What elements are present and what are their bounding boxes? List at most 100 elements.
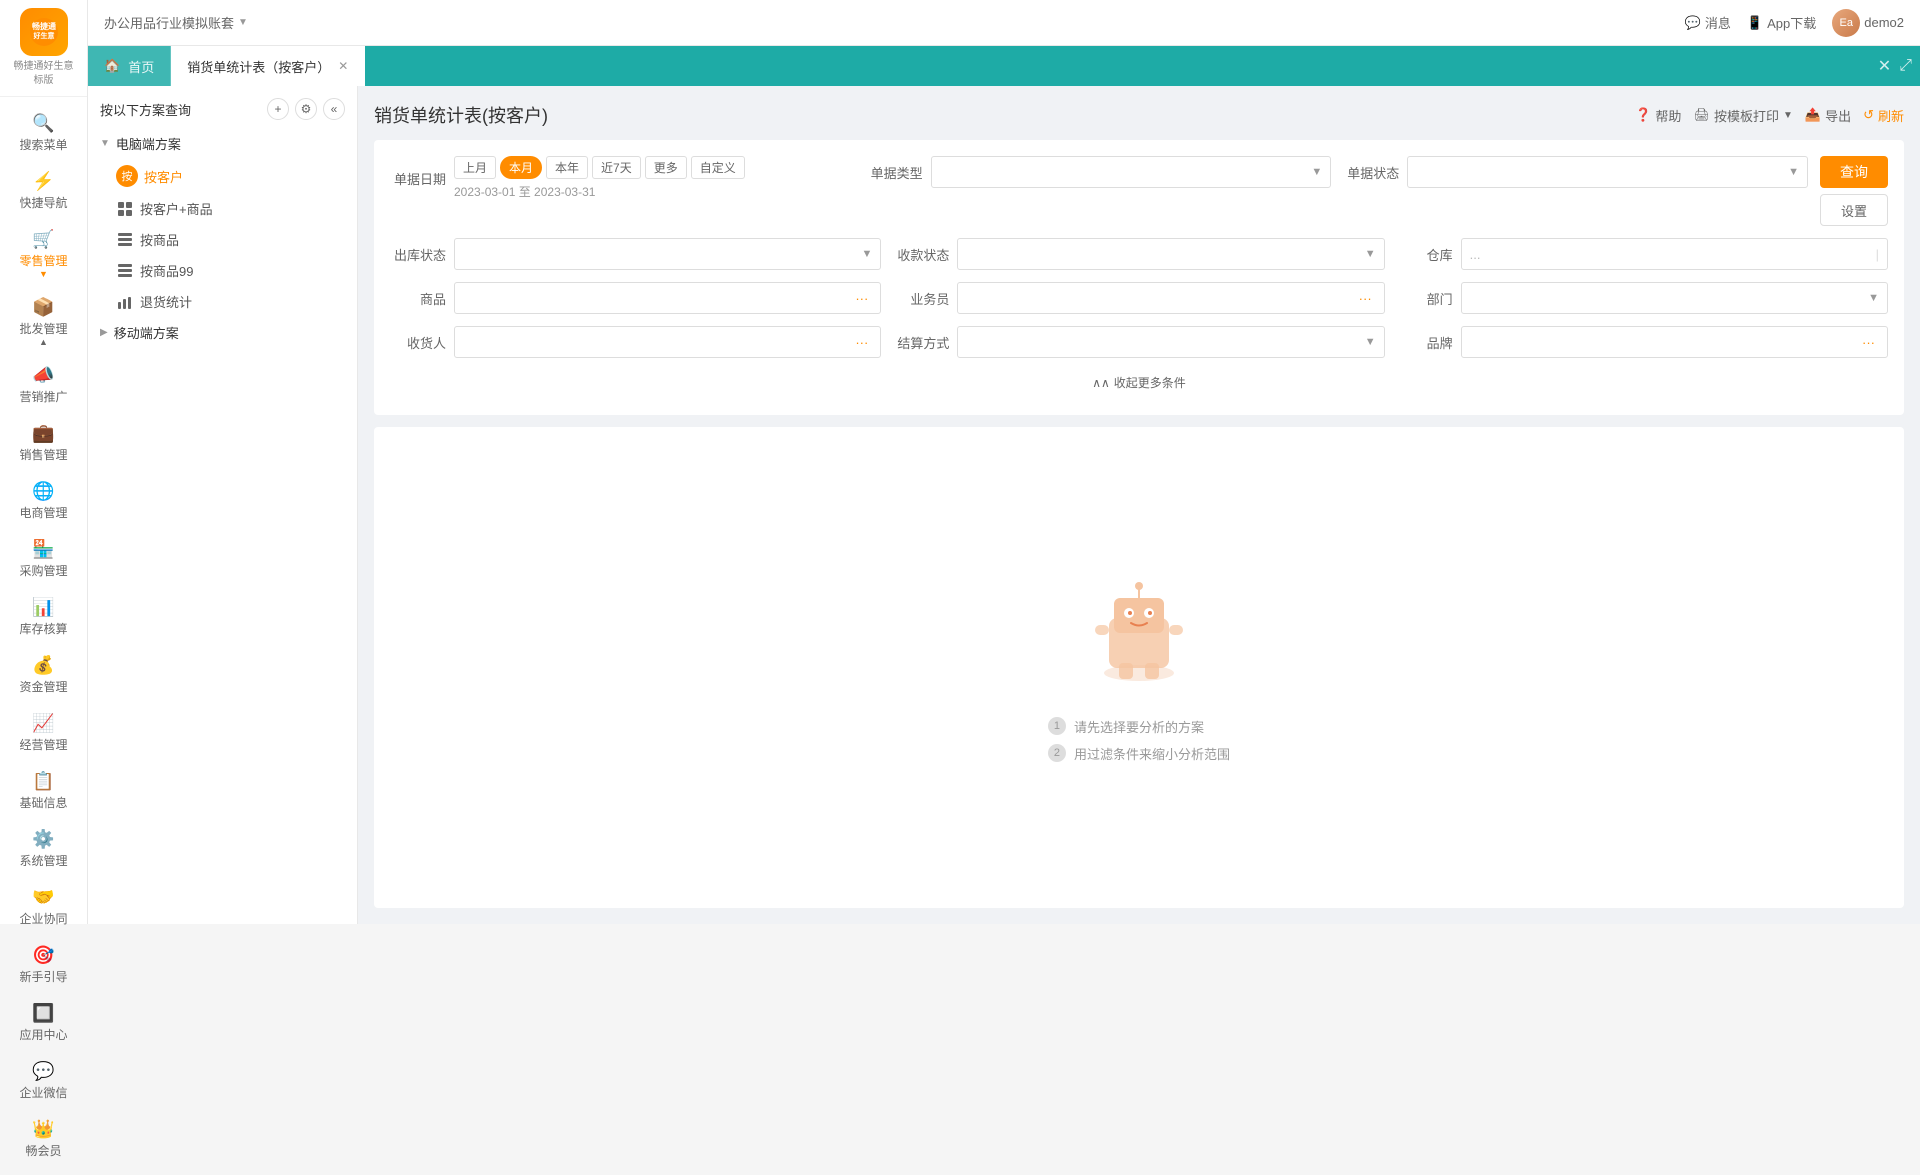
- tree-item-by-product[interactable]: 按商品: [104, 224, 357, 255]
- stock-status-select[interactable]: ▼: [454, 238, 881, 270]
- tab-home[interactable]: 🏠 首页: [88, 46, 171, 86]
- tab-minimize-btn[interactable]: ✕: [1878, 56, 1891, 76]
- collapse-up-icon: ∧∧: [1092, 376, 1110, 390]
- user-name: demo2: [1864, 15, 1904, 30]
- messages-btn[interactable]: 💬 消息: [1685, 13, 1731, 32]
- refresh-btn[interactable]: ↺ 刷新: [1863, 106, 1904, 125]
- tree-section-mobile[interactable]: ▶ 移动端方案: [88, 317, 357, 348]
- empty-tip-1: 1 请先选择要分析的方案: [1048, 717, 1230, 736]
- sidebar-item-retail[interactable]: 🛒 零售管理 ▼: [0, 221, 87, 287]
- sidebar-item-appcenter-label: 应用中心: [19, 1026, 67, 1043]
- query-button[interactable]: 查询: [1820, 156, 1888, 188]
- sidebar-item-enterprise-wechat[interactable]: 💬 企业微信: [0, 1053, 87, 1109]
- sidebar-item-member[interactable]: 👑 畅会员: [0, 1111, 87, 1167]
- receiver-select[interactable]: ···: [454, 326, 881, 358]
- product-select[interactable]: ···: [454, 282, 881, 314]
- sidebar-item-inventory[interactable]: 📊 库存核算: [0, 589, 87, 645]
- sidebar-item-newuser[interactable]: 🎯 新手引导: [0, 937, 87, 993]
- date-btn-custom[interactable]: 自定义: [691, 156, 745, 179]
- filter-area: 单据日期 上月 本月 本年 近7天 更多 自定义 2023-03-01 至 20…: [374, 140, 1904, 415]
- basic-icon: 📋: [32, 771, 54, 792]
- brand-dots-btn[interactable]: ···: [1858, 335, 1879, 350]
- sidebar-item-basic[interactable]: 📋 基础信息: [0, 763, 87, 819]
- date-btn-this-month[interactable]: 本月: [500, 156, 542, 179]
- sidebar-logo: 畅捷通 好生意 畅捷通好生意 标版: [0, 0, 87, 97]
- tree-item-by-product-99[interactable]: 按商品99: [104, 255, 357, 286]
- product-dots-btn[interactable]: ···: [851, 291, 872, 306]
- date-btn-this-year[interactable]: 本年: [546, 156, 588, 179]
- settlement-select[interactable]: ▼: [957, 326, 1384, 358]
- tab-sales-stats[interactable]: 销货单统计表（按客户） ✕: [171, 46, 365, 86]
- export-label: 导出: [1825, 106, 1851, 125]
- doc-type-select[interactable]: ▼: [931, 156, 1332, 188]
- help-label: 帮助: [1655, 106, 1681, 125]
- date-bar: 上月 本月 本年 近7天 更多 自定义: [454, 156, 855, 179]
- company-dropdown[interactable]: 办公用品行业模拟账套 ▼: [104, 13, 248, 32]
- refresh-label: 刷新: [1878, 106, 1904, 125]
- salesperson-select[interactable]: ···: [957, 282, 1384, 314]
- sidebar-item-ecommerce[interactable]: 🌐 电商管理: [0, 473, 87, 529]
- receiver-dots-btn[interactable]: ···: [851, 335, 872, 350]
- operations-icon: 📈: [32, 713, 54, 734]
- department-select[interactable]: ▼: [1461, 282, 1888, 314]
- sidebar-item-system[interactable]: ⚙️ 系统管理: [0, 821, 87, 877]
- sidebar-item-ecommerce-label: 电商管理: [19, 504, 67, 521]
- sidebar-item-retail-label: 零售管理: [19, 252, 67, 269]
- sidebar-item-sales-label: 销售管理: [19, 446, 67, 463]
- tree-section-desktop-label: 电脑端方案: [116, 134, 181, 153]
- empty-tip-1-text: 请先选择要分析的方案: [1074, 717, 1204, 736]
- salesperson-dots-btn[interactable]: ···: [1355, 291, 1376, 306]
- doc-type-chevron-icon: ▼: [1311, 166, 1322, 178]
- brand-select[interactable]: ···: [1461, 326, 1888, 358]
- settings-button[interactable]: 设置: [1820, 194, 1888, 226]
- user-avatar-btn[interactable]: Ea demo2: [1832, 9, 1904, 37]
- warehouse-placeholder: ...: [1470, 247, 1481, 262]
- tab-maximize-btn[interactable]: ⤢: [1899, 57, 1912, 75]
- tree-item-returns[interactable]: 退货统计: [104, 286, 357, 317]
- sidebar-item-cooperation[interactable]: 🤝 企业协同: [0, 879, 87, 935]
- help-btn[interactable]: ❓ 帮助: [1635, 106, 1681, 125]
- help-icon: ❓: [1635, 107, 1651, 123]
- tree-item-returns-label: 退货统计: [140, 292, 192, 311]
- warehouse-select[interactable]: ... |: [1461, 238, 1888, 270]
- print-btn[interactable]: 🖨 按模板打印 ▼: [1693, 106, 1792, 125]
- date-btn-more[interactable]: 更多: [645, 156, 687, 179]
- date-btn-7days[interactable]: 近7天: [592, 156, 641, 179]
- sidebar-item-appcenter[interactable]: 🔲 应用中心: [0, 995, 87, 1051]
- sidebar-item-finance[interactable]: 💰 资金管理: [0, 647, 87, 703]
- sidebar-item-wholesale-label: 批发管理: [19, 320, 67, 337]
- newuser-icon: 🎯: [32, 945, 54, 966]
- date-btn-last-month[interactable]: 上月: [454, 156, 496, 179]
- inventory-icon: 📊: [32, 597, 54, 618]
- sidebar-item-sales[interactable]: 💼 销售管理: [0, 415, 87, 471]
- app-download-btn[interactable]: 📱 App下载: [1747, 13, 1816, 32]
- collapse-more-btn[interactable]: ∧∧ 收起更多条件: [1092, 374, 1186, 391]
- sidebar-item-shortcut[interactable]: ⚡ 快捷导航: [0, 163, 87, 219]
- tab-close-icon[interactable]: ✕: [338, 59, 348, 73]
- sidebar-item-marketing[interactable]: 📣 营销推广: [0, 357, 87, 413]
- payment-status-label: 收款状态: [893, 245, 949, 264]
- stock-status-filter: 出库状态 ▼: [390, 238, 881, 270]
- tree-item-by-customer[interactable]: 按 按客户: [104, 159, 357, 193]
- refresh-scheme-btn[interactable]: ⚙: [295, 98, 317, 120]
- tree-item-by-customer-product[interactable]: 按客户+商品: [104, 193, 357, 224]
- sidebar-item-wholesale[interactable]: 📦 批发管理 ▲: [0, 289, 87, 355]
- sidebar-item-operations[interactable]: 📈 经营管理: [0, 705, 87, 761]
- tab-sales-stats-label: 销货单统计表（按客户）: [187, 57, 330, 76]
- sidebar-item-purchase[interactable]: 🏪 采购管理: [0, 531, 87, 587]
- avatar: Ea: [1832, 9, 1860, 37]
- sidebar-item-search[interactable]: 🔍 搜索菜单: [0, 105, 87, 161]
- collapse-panel-btn[interactable]: «: [323, 98, 345, 120]
- topbar: 办公用品行业模拟账套 ▼ 💬 消息 📱 App下载 Ea demo2: [88, 0, 1920, 46]
- department-chevron-icon: ▼: [1868, 292, 1879, 304]
- add-scheme-btn[interactable]: +: [267, 98, 289, 120]
- empty-tips: 1 请先选择要分析的方案 2 用过滤条件来缩小分析范围: [1048, 717, 1230, 763]
- logo-icon: 畅捷通 好生意: [20, 8, 68, 56]
- tree-section-desktop[interactable]: ▼ 电脑端方案: [88, 128, 357, 159]
- doc-status-select[interactable]: ▼: [1407, 156, 1808, 188]
- payment-status-select[interactable]: ▼: [957, 238, 1384, 270]
- right-panel: 销货单统计表(按客户) ❓ 帮助 🖨 按模板打印 ▼ 📤 导出: [358, 86, 1920, 924]
- export-btn[interactable]: 📤 导出: [1805, 106, 1851, 125]
- stock-status-label: 出库状态: [390, 245, 446, 264]
- collapse-row: ∧∧ 收起更多条件: [390, 366, 1888, 399]
